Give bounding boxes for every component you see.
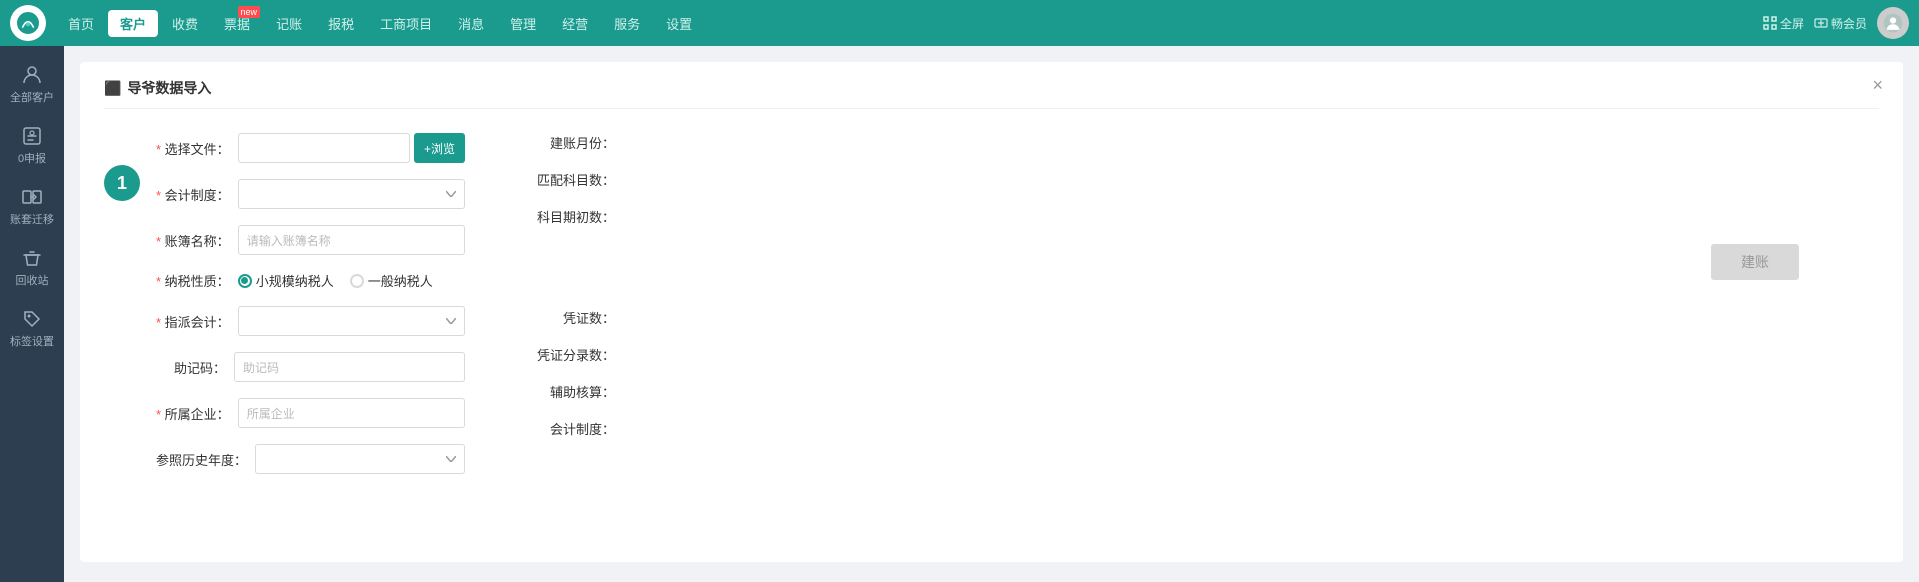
nav-item-bookkeeping[interactable]: 记账 <box>264 10 314 37</box>
voucher-count-label: 凭证数： <box>525 308 615 327</box>
subject-init-row: 科目期初数： <box>525 207 1879 226</box>
account-book-input[interactable] <box>238 225 465 255</box>
nav-item-home[interactable]: 首页 <box>56 10 106 37</box>
belong-company-input[interactable] <box>238 398 465 428</box>
select-file-label: * 选择文件： <box>156 139 230 158</box>
import-icon: ⬛ <box>104 80 121 97</box>
memo-row: 助记码： <box>156 352 465 382</box>
user-avatar[interactable] <box>1877 7 1909 39</box>
memo-input[interactable] <box>234 352 465 382</box>
small-scale-label: 小规模纳税人 <box>256 271 334 290</box>
build-month-row: 建账月份： <box>525 133 1879 152</box>
panel-header: ⬛ 导爷数据导入 <box>104 78 1879 109</box>
ref-year-select[interactable] <box>255 444 465 474</box>
nav-item-manage[interactable]: 管理 <box>498 10 548 37</box>
sidebar-item-all-customers[interactable]: 全部客户 <box>0 56 64 113</box>
nav-item-settings[interactable]: 设置 <box>654 10 704 37</box>
subject-init-label: 科目期初数： <box>525 207 615 226</box>
voucher-entries-row: 凭证分录数： <box>525 345 1879 364</box>
memo-label: 助记码： <box>156 358 226 377</box>
content-area: ⬛ 导爷数据导入 × 1 * 选择文件 <box>64 46 1919 582</box>
voucher-entries-label: 凭证分录数： <box>525 345 615 364</box>
file-input[interactable] <box>238 133 410 163</box>
vip-btn[interactable]: 畅会员 <box>1814 15 1867 32</box>
nav-item-message[interactable]: 消息 <box>446 10 496 37</box>
step-badge: 1 <box>104 165 140 201</box>
right-accounting-system-label: 会计制度： <box>525 419 615 438</box>
nav-item-customer[interactable]: 客户 <box>108 10 158 37</box>
sidebar: 全部客户 0申报 账套迁移 回收站 <box>0 46 64 582</box>
nav-right: 全屏 畅会员 <box>1763 7 1909 39</box>
right-accounting-system-row: 会计制度： <box>525 419 1879 438</box>
sidebar-item-zero-report[interactable]: 0申报 <box>0 117 64 174</box>
panel-title: 导爷数据导入 <box>127 78 211 98</box>
tax-type-label: * 纳税性质： <box>156 271 230 290</box>
small-scale-radio[interactable]: 小规模纳税人 <box>238 271 334 290</box>
main-panel: ⬛ 导爷数据导入 × 1 * 选择文件 <box>80 62 1903 562</box>
right-info-section: 建账月份： 匹配科目数： 科目期初数： 建账 <box>525 133 1879 438</box>
belong-company-label: * 所属企业： <box>156 404 230 423</box>
aux-account-label: 辅助核算： <box>525 382 615 401</box>
accounting-system-label: * 会计制度： <box>156 185 230 204</box>
general-radio[interactable]: 一般纳税人 <box>350 271 433 290</box>
nav-item-operation[interactable]: 经营 <box>550 10 600 37</box>
right-panel: 建账月份： 匹配科目数： 科目期初数： 建账 <box>505 133 1879 490</box>
small-scale-dot <box>238 274 252 288</box>
file-input-group: +浏览 <box>238 133 465 163</box>
ref-year-label: 参照历史年度： <box>156 450 247 469</box>
nav-item-service[interactable]: 服务 <box>602 10 652 37</box>
assign-accountant-select[interactable] <box>238 306 465 336</box>
account-book-label: * 账簿名称： <box>156 231 230 250</box>
general-label: 一般纳税人 <box>368 271 433 290</box>
nav-logo[interactable] <box>10 5 46 41</box>
sidebar-item-account-migrate[interactable]: 账套迁移 <box>0 178 64 235</box>
match-subject-row: 匹配科目数： <box>525 170 1879 189</box>
sidebar-item-tag-settings[interactable]: 标签设置 <box>0 300 64 357</box>
assign-accountant-row: * 指派会计： <box>156 306 465 336</box>
sidebar-item-recycle[interactable]: 回收站 <box>0 239 64 296</box>
nav-items: 首页 客户 收费 票据 new 记账 报税 工商项目 消息 管理 经营 服务 设… <box>56 10 1763 37</box>
nav-item-invoice[interactable]: 票据 new <box>212 10 262 37</box>
fullscreen-btn[interactable]: 全屏 <box>1763 15 1804 32</box>
account-book-row: * 账簿名称： <box>156 225 465 255</box>
tax-type-row: * 纳税性质： 小规模纳税人 一般纳税人 <box>156 271 465 290</box>
belong-company-row: * 所属企业： <box>156 398 465 428</box>
nav-item-business[interactable]: 工商项目 <box>368 10 444 37</box>
new-badge: new <box>238 6 261 18</box>
accounting-system-row: * 会计制度： <box>156 179 465 209</box>
close-button[interactable]: × <box>1872 76 1883 94</box>
form-body: 1 * 选择文件： +浏览 <box>104 133 1879 490</box>
accounting-system-select[interactable] <box>238 179 465 209</box>
main-layout: 全部客户 0申报 账套迁移 回收站 <box>0 46 1919 582</box>
browse-button[interactable]: +浏览 <box>414 133 465 163</box>
ref-year-row: 参照历史年度： <box>156 444 465 474</box>
build-month-label: 建账月份： <box>525 133 615 152</box>
select-file-row: * 选择文件： +浏览 <box>156 133 465 163</box>
nav-item-tax[interactable]: 报税 <box>316 10 366 37</box>
top-nav: 首页 客户 收费 票据 new 记账 报税 工商项目 消息 管理 经营 服务 设… <box>0 0 1919 46</box>
nav-item-fee[interactable]: 收费 <box>160 10 210 37</box>
build-account-button[interactable]: 建账 <box>1711 244 1799 280</box>
voucher-count-row: 凭证数： <box>525 308 1879 327</box>
aux-account-row: 辅助核算： <box>525 382 1879 401</box>
assign-accountant-label: * 指派会计： <box>156 312 230 331</box>
tax-radio-group: 小规模纳税人 一般纳税人 <box>238 271 433 290</box>
match-subject-label: 匹配科目数： <box>525 170 615 189</box>
general-dot <box>350 274 364 288</box>
